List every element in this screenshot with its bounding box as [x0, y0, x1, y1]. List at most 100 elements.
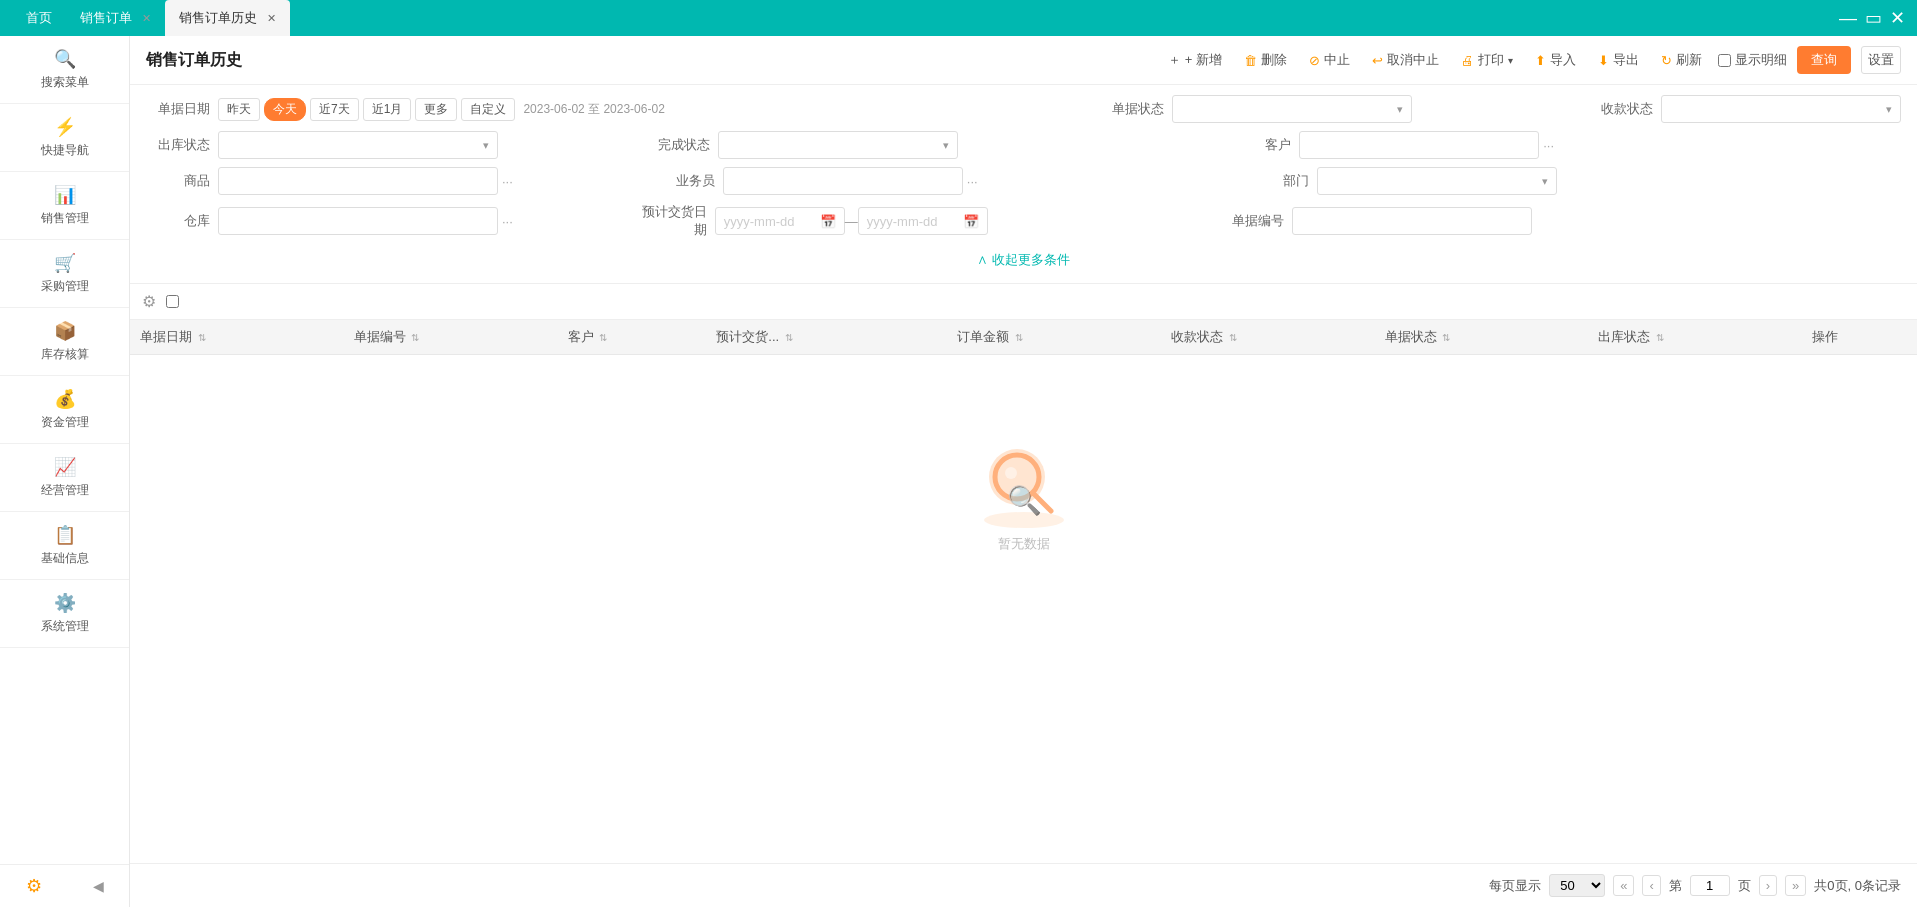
- new-button[interactable]: ＋ + 新增: [1162, 47, 1228, 73]
- sidebar-item-system-mgmt[interactable]: ⚙️ 系统管理: [0, 580, 129, 648]
- out-storage-select[interactable]: ▾: [218, 131, 498, 159]
- department-select[interactable]: ▾: [1317, 167, 1557, 195]
- window-close-icon[interactable]: ✕: [1890, 7, 1905, 29]
- display-cols-checkbox[interactable]: [1718, 54, 1731, 67]
- purchase-mgmt-icon: 🛒: [54, 252, 76, 274]
- sidebar-item-operations-mgmt[interactable]: 📈 经营管理: [0, 444, 129, 512]
- salesperson-more-icon[interactable]: ···: [967, 174, 978, 189]
- col-outstatus-sort-icon[interactable]: ⇅: [1656, 332, 1664, 343]
- col-header-out-status[interactable]: 出库状态 ⇅: [1588, 320, 1802, 355]
- complete-status-chevron-icon: ▾: [943, 139, 949, 152]
- quick-nav-icon: ⚡: [54, 116, 76, 138]
- last7-btn[interactable]: 近7天: [310, 98, 359, 121]
- payment-status-select[interactable]: ▾: [1661, 95, 1901, 123]
- sidebar-bottom: ⚙ ◀: [0, 864, 129, 907]
- empty-state: 🔍 暂无数据: [130, 355, 1917, 633]
- col-expected-sort-icon[interactable]: ⇅: [785, 332, 793, 343]
- refresh-icon: ↻: [1661, 53, 1672, 68]
- more-btn[interactable]: 更多: [415, 98, 457, 121]
- tab-sales-order-label: 销售订单: [80, 9, 132, 27]
- sidebar-item-system-mgmt-label: 系统管理: [41, 618, 89, 635]
- sidebar-item-base-info[interactable]: 📋 基础信息: [0, 512, 129, 580]
- salesperson-input[interactable]: [723, 167, 963, 195]
- import-button[interactable]: ⬆ 导入: [1529, 47, 1582, 73]
- col-header-payment-status[interactable]: 收款状态 ⇅: [1161, 320, 1375, 355]
- tab-sales-order-history[interactable]: 销售订单历史 ✕: [165, 0, 290, 36]
- doc-no-input[interactable]: [1292, 207, 1532, 235]
- col-amount-sort-icon[interactable]: ⇅: [1015, 332, 1023, 343]
- col-header-doc-status[interactable]: 单据状态 ⇅: [1375, 320, 1589, 355]
- col-header-amount[interactable]: 订单金额 ⇅: [947, 320, 1161, 355]
- per-page-select[interactable]: 50 20 100: [1549, 874, 1605, 897]
- top-bar: 首页 销售订单 ✕ 销售订单历史 ✕ — ▭ ✕: [0, 0, 1917, 36]
- sidebar-collapse-icon[interactable]: ◀: [93, 878, 104, 894]
- col-customer-sort-icon[interactable]: ⇅: [599, 332, 607, 343]
- date-range-display: 2023-06-02 至 2023-06-02: [523, 101, 664, 118]
- last-month-btn[interactable]: 近1月: [363, 98, 412, 121]
- last-page-button[interactable]: »: [1785, 875, 1806, 896]
- page-input[interactable]: [1690, 875, 1730, 896]
- goods-more-icon[interactable]: ···: [502, 174, 513, 189]
- col-header-date[interactable]: 单据日期 ⇅: [130, 320, 344, 355]
- date-filter-group: 昨天 今天 近7天 近1月 更多 自定义 2023-06-02 至 2023-0…: [218, 98, 1112, 121]
- col-header-doc-no[interactable]: 单据编号 ⇅: [344, 320, 558, 355]
- payment-status-label: 收款状态: [1591, 100, 1661, 118]
- sidebar-item-operations-mgmt-label: 经营管理: [41, 482, 89, 499]
- today-btn[interactable]: 今天: [264, 98, 306, 121]
- col-date-sort-icon[interactable]: ⇅: [198, 332, 206, 343]
- col-header-expected[interactable]: 预计交货... ⇅: [706, 320, 947, 355]
- stop-button[interactable]: ⊘ 中止: [1303, 47, 1356, 73]
- customer-input[interactable]: [1299, 131, 1539, 159]
- custom-btn[interactable]: 自定义: [461, 98, 515, 121]
- sidebar-item-purchase-mgmt[interactable]: 🛒 采购管理: [0, 240, 129, 308]
- sidebar-item-fund-mgmt[interactable]: 💰 资金管理: [0, 376, 129, 444]
- warehouse-more-icon[interactable]: ···: [502, 214, 513, 229]
- first-page-button[interactable]: «: [1613, 875, 1634, 896]
- select-all-checkbox[interactable]: [166, 295, 179, 308]
- window-minimize-icon[interactable]: —: [1839, 8, 1857, 29]
- col-header-customer[interactable]: 客户 ⇅: [558, 320, 707, 355]
- yesterday-btn[interactable]: 昨天: [218, 98, 260, 121]
- status-filter-select[interactable]: ▾: [1172, 95, 1412, 123]
- sidebar-item-inventory-check-label: 库存核算: [41, 346, 89, 363]
- print-button[interactable]: 🖨 打印 ▾: [1455, 47, 1519, 73]
- tab-home[interactable]: 首页: [12, 0, 66, 36]
- collapse-more-btn[interactable]: ∧ 收起更多条件: [146, 247, 1901, 273]
- goods-input[interactable]: [218, 167, 498, 195]
- settings-button[interactable]: 设置: [1861, 46, 1901, 74]
- sidebar-item-quick-nav[interactable]: ⚡ 快捷导航: [0, 104, 129, 172]
- complete-status-select[interactable]: ▾: [718, 131, 958, 159]
- export-button[interactable]: ⬇ 导出: [1592, 47, 1645, 73]
- window-restore-icon[interactable]: ▭: [1865, 7, 1882, 29]
- calendar-end-icon[interactable]: 📅: [963, 214, 979, 229]
- col-docstatus-sort-icon[interactable]: ⇅: [1442, 332, 1450, 343]
- sidebar-settings-icon[interactable]: ⚙: [26, 875, 42, 897]
- cancel-stop-label: 取消中止: [1387, 51, 1439, 69]
- table-settings-icon[interactable]: ⚙: [142, 292, 156, 311]
- table-toolbar: ⚙: [130, 284, 1917, 320]
- calendar-start-icon[interactable]: 📅: [820, 214, 836, 229]
- tab-sales-order[interactable]: 销售订单 ✕: [66, 0, 165, 36]
- import-label: 导入: [1550, 51, 1576, 69]
- prev-page-button[interactable]: ‹: [1642, 875, 1660, 896]
- cancel-stop-button[interactable]: ↩ 取消中止: [1366, 47, 1445, 73]
- warehouse-input[interactable]: [218, 207, 498, 235]
- refresh-button[interactable]: ↻ 刷新: [1655, 47, 1708, 73]
- cancel-stop-icon: ↩: [1372, 53, 1383, 68]
- query-button[interactable]: 查询: [1797, 46, 1851, 74]
- tab-sales-order-history-close[interactable]: ✕: [267, 12, 276, 25]
- col-docno-sort-icon[interactable]: ⇅: [411, 332, 419, 343]
- tab-sales-order-close[interactable]: ✕: [142, 12, 151, 25]
- sidebar-item-search-menu[interactable]: 🔍 搜索菜单: [0, 36, 129, 104]
- expected-date-start[interactable]: yyyy-mm-dd 📅: [715, 207, 845, 235]
- delete-button[interactable]: 🗑 删除: [1238, 47, 1293, 73]
- query-label: 查询: [1811, 51, 1837, 69]
- next-page-button[interactable]: ›: [1759, 875, 1777, 896]
- empty-svg-icon: 🔍: [969, 435, 1079, 535]
- customer-more-icon[interactable]: ···: [1543, 138, 1554, 153]
- col-payment-sort-icon[interactable]: ⇅: [1229, 332, 1237, 343]
- sidebar-item-sales-mgmt[interactable]: 📊 销售管理: [0, 172, 129, 240]
- expected-date-end[interactable]: yyyy-mm-dd 📅: [858, 207, 988, 235]
- display-cols-toggle[interactable]: 显示明细: [1718, 51, 1787, 69]
- sidebar-item-inventory-check[interactable]: 📦 库存核算: [0, 308, 129, 376]
